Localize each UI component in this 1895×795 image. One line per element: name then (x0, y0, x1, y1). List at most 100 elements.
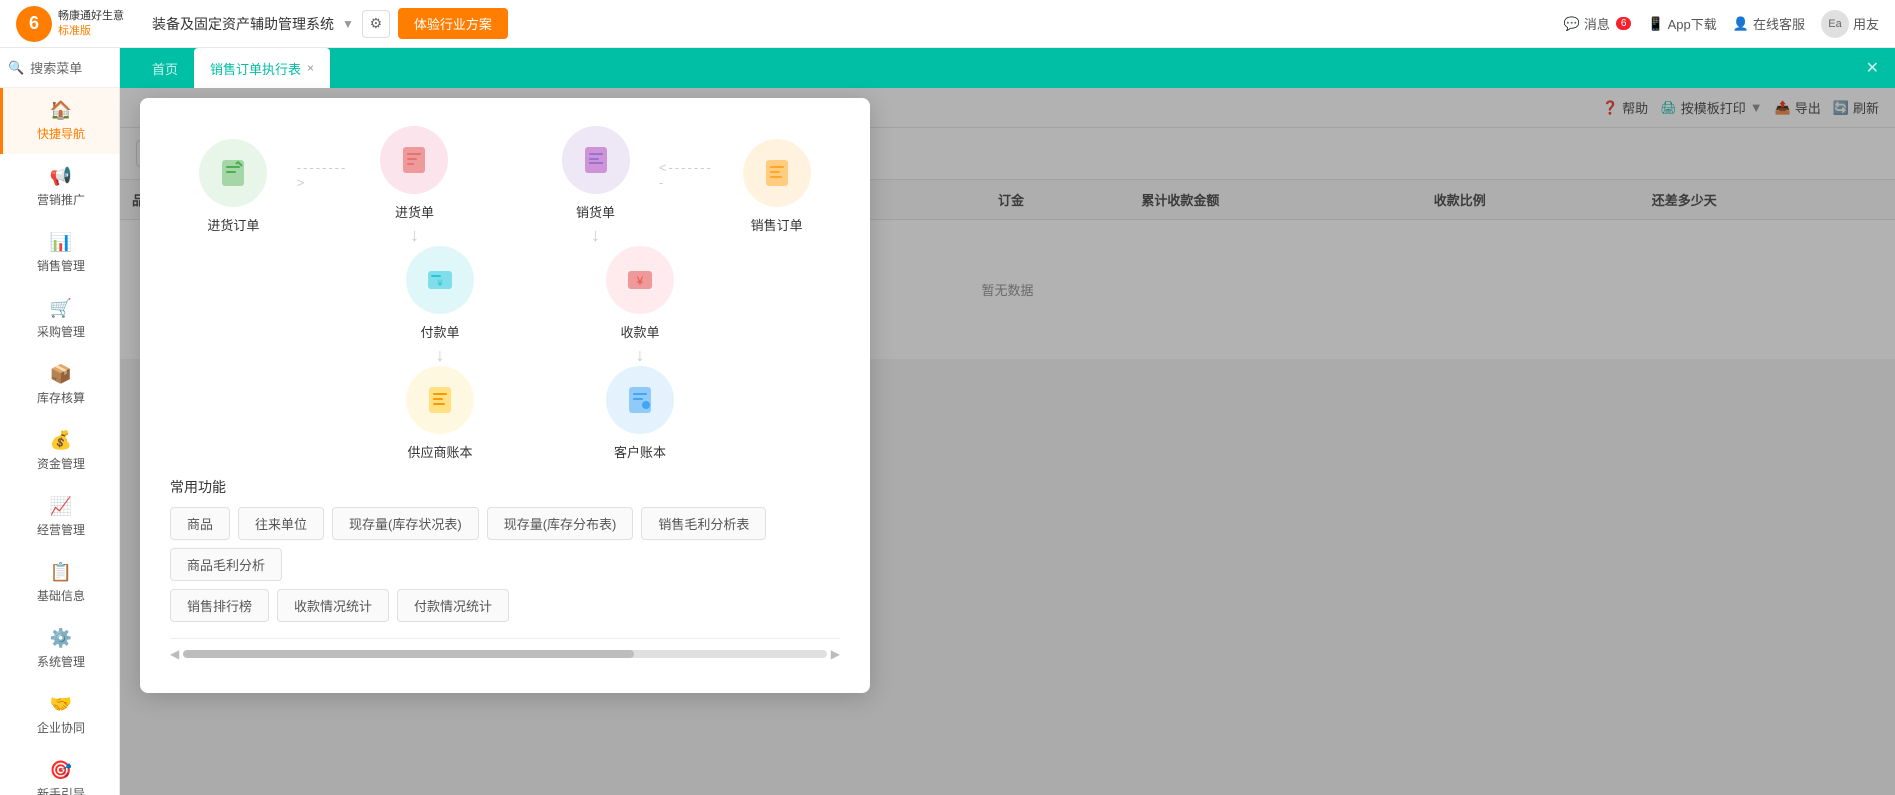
logo-text: 畅康通好生意 标准版 (58, 9, 124, 38)
operation-icon: 📈 (50, 496, 72, 517)
purchase-order-label: 进货订单 (207, 215, 259, 234)
func-btn-receipt-stats[interactable]: 收款情况统计 (277, 589, 389, 622)
func-btn-payment-stats[interactable]: 付款情况统计 (397, 589, 509, 622)
customer-ledger-icon (606, 366, 674, 434)
arrow-payment-down: ↓ (436, 345, 445, 366)
payment-bill-icon: ¥ (406, 246, 474, 314)
message-icon: 💬 (1564, 16, 1580, 32)
func-btn-product-profit[interactable]: 商品毛利分析 (170, 548, 282, 581)
svg-text:¥: ¥ (636, 274, 644, 288)
func-btn-sales-ranking[interactable]: 销售排行榜 (170, 589, 269, 622)
sidebar-item-finance[interactable]: 💰 资金管理 (0, 418, 119, 484)
header-right-area: 💬 消息 6 📱 App下载 👤 在线客服 Ea 用友 (1564, 10, 1879, 38)
sales-icon: 📊 (50, 232, 72, 253)
supplier-ledger-label: 供应商账本 (407, 442, 472, 461)
func-btn-sales-profit[interactable]: 销售毛利分析表 (641, 507, 766, 540)
func-btn-counterparty[interactable]: 往来单位 (238, 507, 324, 540)
flow-node-supplier-ledger[interactable]: 供应商账本 (370, 366, 510, 461)
logo-icon: 6 (16, 6, 52, 42)
scroll-left-arrow[interactable]: ◀ (170, 647, 179, 661)
tab-bar-close-button[interactable]: ✕ (1866, 58, 1879, 78)
func-btn-product[interactable]: 商品 (170, 507, 230, 540)
purchase-bill-icon (380, 126, 448, 194)
chevron-down-icon[interactable]: ▼ (342, 17, 354, 31)
app-download-button[interactable]: 📱 App下载 (1647, 14, 1716, 33)
sales-bill-label: 销货单 (576, 202, 615, 221)
finance-icon: 💰 (50, 430, 72, 451)
sidebar-item-purchase[interactable]: 🛒 采购管理 (0, 286, 119, 352)
common-functions-title: 常用功能 (170, 477, 840, 497)
sidebar: 🔍 搜索菜单 🏠 快捷导航 📢 营销推广 📊 销售管理 🛒 采购管理 📦 库存核… (0, 48, 120, 795)
svg-text:¥: ¥ (436, 278, 443, 288)
flow-node-payment-bill[interactable]: ¥ 付款单 ↓ (370, 246, 510, 366)
receipt-bill-icon: ¥ (606, 246, 674, 314)
flow-node-receipt-bill[interactable]: ¥ 收款单 ↓ (570, 246, 710, 366)
flow-node-sales-order[interactable]: 销售订单 (713, 139, 840, 234)
flow-node-purchase-order[interactable]: 进货订单 (170, 139, 297, 234)
sidebar-item-sales[interactable]: 📊 销售管理 (0, 220, 119, 286)
logo-area: 6 畅康通好生意 标准版 (16, 6, 136, 42)
inventory-icon: 📦 (50, 364, 72, 385)
sidebar-item-quick-nav[interactable]: 🏠 快捷导航 (0, 88, 119, 154)
system-title-area: 装备及固定资产辅助管理系统 ▼ ⚙ 体验行业方案 (136, 8, 1564, 39)
sales-order-icon (743, 139, 811, 207)
modal-overlay: 进货订单 --------> 进货单 ↓ (120, 88, 1895, 795)
arrow-po-to-pb: --------> (297, 160, 351, 212)
guide-icon: 🎯 (50, 760, 72, 781)
settings-button[interactable]: ⚙ (362, 10, 390, 38)
sidebar-item-enterprise[interactable]: 🤝 企业协同 (0, 682, 119, 748)
app-icon: 📱 (1647, 16, 1663, 32)
func-btn-stock-dist[interactable]: 现存量(库存分布表) (487, 507, 634, 540)
arrow-receipt-down: ↓ (636, 345, 645, 366)
message-badge: 6 (1616, 17, 1632, 30)
sidebar-item-system[interactable]: ⚙️ 系统管理 (0, 616, 119, 682)
tab-home[interactable]: 首页 (136, 48, 194, 88)
arrow-sb-down: ↓ (591, 225, 600, 246)
func-btn-stock-status[interactable]: 现存量(库存状况表) (332, 507, 479, 540)
online-service-button[interactable]: 👤 在线客服 (1733, 14, 1805, 33)
scroll-track[interactable] (183, 650, 827, 658)
avatar: Ea (1821, 10, 1849, 38)
flow-node-purchase-bill[interactable]: 进货单 ↓ (351, 126, 478, 246)
sales-order-label: 销售订单 (751, 215, 803, 234)
arrow-pb-down: ↓ (410, 225, 419, 246)
user-menu[interactable]: Ea 用友 (1821, 10, 1879, 38)
app-header: 6 畅康通好生意 标准版 装备及固定资产辅助管理系统 ▼ ⚙ 体验行业方案 💬 … (0, 0, 1895, 48)
sales-bill-icon (562, 126, 630, 194)
scroll-right-arrow[interactable]: ▶ (831, 647, 840, 661)
modal-scrollbar: ◀ ▶ (170, 638, 840, 669)
sidebar-item-basic-info[interactable]: 📋 基础信息 (0, 550, 119, 616)
arrow-so-to-sb: <-------- (659, 160, 713, 212)
sidebar-item-marketing[interactable]: 📢 营销推广 (0, 154, 119, 220)
function-buttons-row2: 销售排行榜 收款情况统计 付款情况统计 (170, 589, 840, 622)
sidebar-item-inventory[interactable]: 📦 库存核算 (0, 352, 119, 418)
service-icon: 👤 (1733, 16, 1749, 32)
search-icon: 🔍 (8, 60, 24, 76)
system-title: 装备及固定资产辅助管理系统 (152, 14, 334, 34)
purchase-order-icon (199, 139, 267, 207)
experience-button[interactable]: 体验行业方案 (398, 8, 508, 39)
flow-node-customer-ledger[interactable]: 客户账本 (570, 366, 710, 461)
sidebar-item-operation[interactable]: 📈 经营管理 (0, 484, 119, 550)
customer-ledger-label: 客户账本 (614, 442, 666, 461)
payment-bill-label: 付款单 (420, 322, 459, 341)
sidebar-item-guide[interactable]: 🎯 新手引导 (0, 748, 119, 795)
system-icon: ⚙️ (50, 628, 72, 649)
basicinfo-icon: 📋 (50, 562, 72, 583)
purchase-bill-label: 进货单 (395, 202, 434, 221)
home-icon: 🏠 (50, 100, 72, 121)
message-button[interactable]: 💬 消息 6 (1564, 14, 1632, 33)
flow-modal: 进货订单 --------> 进货单 ↓ (140, 98, 870, 693)
scroll-thumb (183, 650, 633, 658)
receipt-bill-label: 收款单 (620, 322, 659, 341)
common-functions-section: 常用功能 商品 往来单位 现存量(库存状况表) 现存量(库存分布表) 销售毛利分… (170, 477, 840, 622)
supplier-ledger-icon (406, 366, 474, 434)
enterprise-icon: 🤝 (50, 694, 72, 715)
flow-node-sales-bill[interactable]: 销货单 ↓ (532, 126, 659, 246)
search-menu-button[interactable]: 🔍 搜索菜单 (0, 48, 119, 88)
function-buttons-row1: 商品 往来单位 现存量(库存状况表) 现存量(库存分布表) 销售毛利分析表 商品… (170, 507, 840, 581)
tab-close-icon[interactable]: × (307, 61, 314, 75)
purchase-icon: 🛒 (50, 298, 72, 319)
tab-bar: 首页 销售订单执行表 × ✕ (120, 48, 1895, 88)
tab-sales-order[interactable]: 销售订单执行表 × (194, 48, 330, 88)
